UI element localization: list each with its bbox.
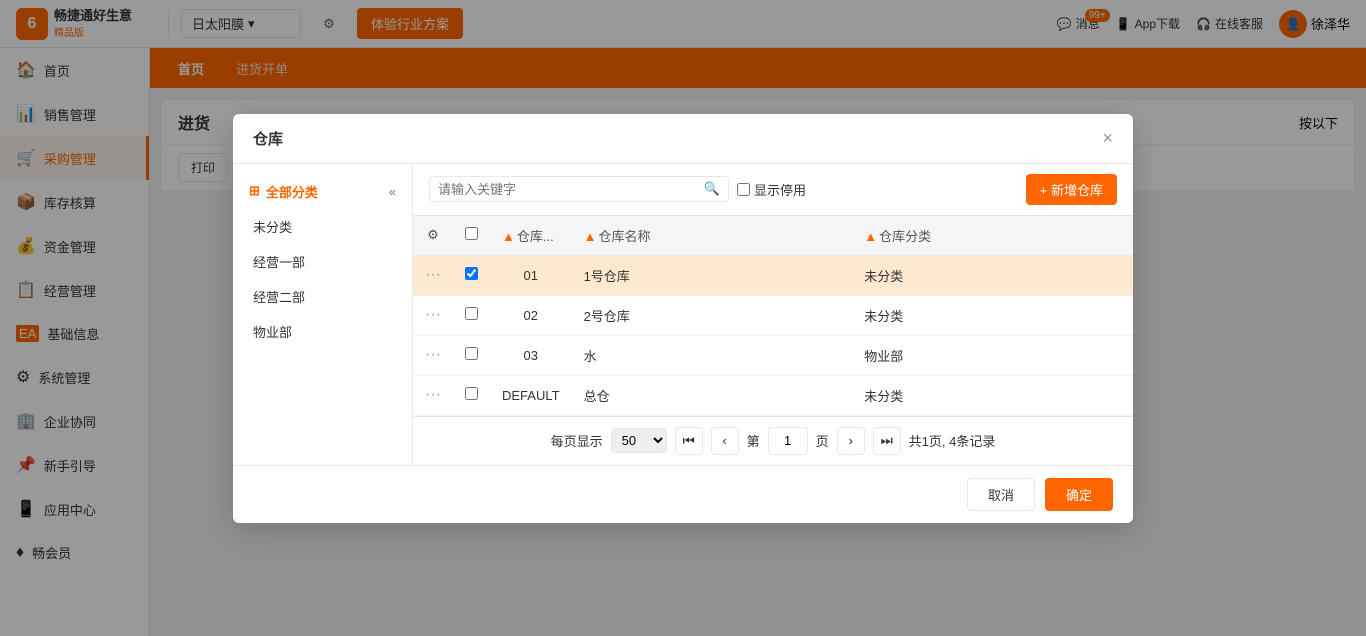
row-checkbox-cell[interactable] [453, 375, 490, 415]
row-category: 未分类 [852, 255, 1133, 295]
show-disabled-text: 显示停用 [754, 180, 806, 199]
col-gear: ⚙ [413, 216, 453, 256]
more-icon[interactable]: ··· [425, 386, 441, 403]
per-page-label: 每页显示 [551, 431, 603, 450]
row-name: 水 [572, 335, 853, 375]
row-name: 2号仓库 [572, 295, 853, 335]
row-name: 总仓 [572, 375, 853, 415]
total-info: 共1页, 4条记录 [909, 431, 996, 450]
row-actions[interactable]: ··· [413, 375, 453, 415]
page-label: 第 [747, 431, 760, 450]
table-row[interactable]: ··· DEFAULT 总仓 未分类 [413, 375, 1133, 415]
category-panel: ⊞ 全部分类 « 未分类 经营一部 经营二部 物业部 [233, 164, 413, 465]
row-num: DEFAULT [490, 375, 572, 415]
prev-page-button[interactable]: ‹ [711, 427, 739, 455]
confirm-button[interactable]: 确定 [1045, 478, 1113, 511]
row-checkbox-cell[interactable] [453, 335, 490, 375]
dialog-body: ⊞ 全部分类 « 未分类 经营一部 经营二部 物业部 🔍 [233, 164, 1133, 465]
row-category: 未分类 [852, 295, 1133, 335]
page-input[interactable] [768, 427, 808, 455]
next-page-button[interactable]: › [837, 427, 865, 455]
pagination: 每页显示 50 10 20 100 ⏮ ‹ 第 页 › ⏭ 共1页, 4条记录 [413, 416, 1133, 465]
table-row[interactable]: ··· 03 水 物业部 [413, 335, 1133, 375]
row-actions[interactable]: ··· [413, 255, 453, 295]
dialog-close-button[interactable]: × [1102, 128, 1113, 149]
category-all[interactable]: ⊞ 全部分类 « [233, 174, 412, 209]
collapse-icon[interactable]: « [389, 184, 396, 199]
category-item-dept1[interactable]: 经营一部 [233, 244, 412, 279]
col-category: ▲仓库分类 [852, 216, 1133, 256]
table-panel: 🔍 显示停用 + 新增仓库 ⚙ ▲仓库... [413, 164, 1133, 465]
col-check [453, 216, 490, 256]
row-checkbox[interactable] [465, 267, 478, 280]
modal-overlay: 仓库 × ⊞ 全部分类 « 未分类 经营一部 经营二部 物业部 [0, 0, 1366, 636]
first-page-button[interactable]: ⏮ [675, 427, 703, 455]
page-unit: 页 [816, 431, 829, 450]
col-name: ▲仓库名称 [572, 216, 853, 256]
warehouse-dialog: 仓库 × ⊞ 全部分类 « 未分类 经营一部 经营二部 物业部 [233, 114, 1133, 523]
select-all-checkbox[interactable] [465, 227, 478, 240]
row-num: 02 [490, 295, 572, 335]
grid-icon: ⊞ [249, 183, 260, 199]
more-icon[interactable]: ··· [425, 266, 441, 283]
cancel-button[interactable]: 取消 [967, 478, 1035, 511]
row-checkbox-cell[interactable] [453, 255, 490, 295]
row-checkbox[interactable] [465, 387, 478, 400]
category-item-unclassified[interactable]: 未分类 [233, 209, 412, 244]
warehouse-table: ⚙ ▲仓库... ▲仓库名称 ▲仓库分类 ··· 01 1号仓库 未分类 ···… [413, 216, 1133, 416]
row-checkbox[interactable] [465, 347, 478, 360]
search-icon[interactable]: 🔍 [704, 181, 720, 197]
row-name: 1号仓库 [572, 255, 853, 295]
category-all-label: 全部分类 [266, 182, 318, 201]
category-item-property[interactable]: 物业部 [233, 314, 412, 349]
table-toolbar: 🔍 显示停用 + 新增仓库 [413, 164, 1133, 216]
search-input[interactable] [438, 182, 704, 197]
dialog-header: 仓库 × [233, 114, 1133, 164]
row-checkbox[interactable] [465, 307, 478, 320]
row-num: 03 [490, 335, 572, 375]
row-actions[interactable]: ··· [413, 295, 453, 335]
category-item-dept2[interactable]: 经营二部 [233, 279, 412, 314]
row-checkbox-cell[interactable] [453, 295, 490, 335]
row-category: 未分类 [852, 375, 1133, 415]
show-disabled-label[interactable]: 显示停用 [737, 180, 806, 199]
show-disabled-checkbox[interactable] [737, 183, 750, 196]
dialog-title: 仓库 [253, 128, 283, 149]
dialog-footer: 取消 确定 [233, 465, 1133, 523]
last-page-button[interactable]: ⏭ [873, 427, 901, 455]
add-warehouse-button[interactable]: + 新增仓库 [1026, 174, 1117, 205]
row-num: 01 [490, 255, 572, 295]
table-row[interactable]: ··· 02 2号仓库 未分类 [413, 295, 1133, 335]
per-page-select[interactable]: 50 10 20 100 [611, 428, 667, 453]
row-actions[interactable]: ··· [413, 335, 453, 375]
row-category: 物业部 [852, 335, 1133, 375]
search-wrap: 🔍 [429, 176, 729, 202]
col-code: ▲仓库... [490, 216, 572, 256]
more-icon[interactable]: ··· [425, 306, 441, 323]
table-wrap: ⚙ ▲仓库... ▲仓库名称 ▲仓库分类 ··· 01 1号仓库 未分类 ···… [413, 216, 1133, 416]
more-icon[interactable]: ··· [425, 346, 441, 363]
table-row[interactable]: ··· 01 1号仓库 未分类 [413, 255, 1133, 295]
